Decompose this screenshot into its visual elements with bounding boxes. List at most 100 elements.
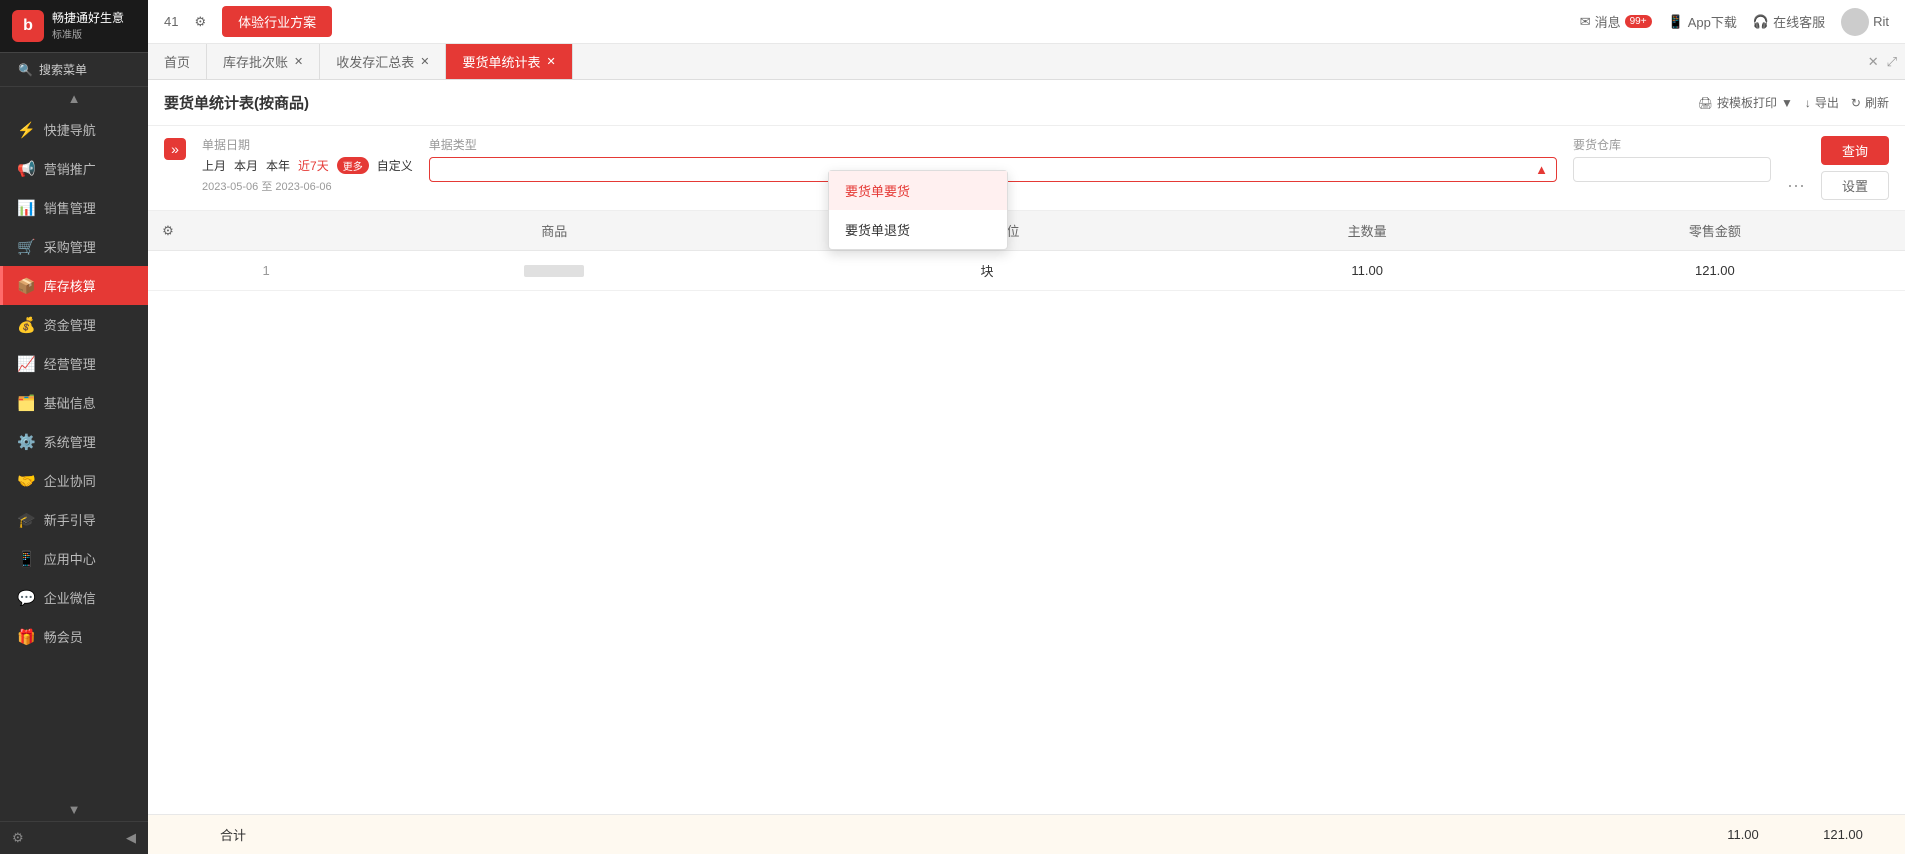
sidebar-item-appstore[interactable]: 📱 应用中心 bbox=[0, 539, 148, 578]
sidebar-item-wechat[interactable]: 💬 企业微信 bbox=[0, 578, 148, 617]
shortcut-icon: ⚡ bbox=[17, 121, 36, 139]
tab-order-stat-label: 要货单统计表 bbox=[462, 52, 540, 71]
sidebar-scroll-up[interactable]: ▲ bbox=[0, 87, 148, 110]
sidebar-nav: ⚡ 快捷导航 📢 营销推广 📊 销售管理 🛒 采购管理 📦 库存核算 💰 资金管… bbox=[0, 110, 148, 798]
refresh-label: 刷新 bbox=[1865, 94, 1889, 111]
warehouse-filter-input[interactable] bbox=[1582, 162, 1762, 177]
dropdown-item-order[interactable]: 要货单要货 bbox=[829, 171, 1007, 210]
tab-batch-label: 库存批次账 bbox=[223, 52, 288, 71]
sidebar-item-member[interactable]: 🎁 畅会员 bbox=[0, 617, 148, 656]
type-chevron-icon[interactable]: ▲ bbox=[1535, 162, 1548, 177]
system-icon: ⚙️ bbox=[17, 433, 36, 451]
row-gear bbox=[148, 251, 188, 291]
sidebar-scroll-down[interactable]: ▼ bbox=[0, 798, 148, 821]
topbar-right: ✉ 消息 99+ 📱 App下载 🎧 在线客服 Rit bbox=[1580, 8, 1889, 36]
message-icon: ✉ bbox=[1580, 14, 1591, 30]
tab-receive[interactable]: 收发存汇总表 ✕ bbox=[320, 44, 446, 79]
warehouse-filter-input-wrap[interactable] bbox=[1573, 157, 1771, 182]
settings-button[interactable]: 设置 bbox=[1821, 171, 1889, 200]
tab-receive-close[interactable]: ✕ bbox=[420, 55, 429, 68]
message-badge: 99+ bbox=[1625, 15, 1652, 28]
row-unit: 块 bbox=[764, 251, 1209, 291]
row-product bbox=[344, 251, 764, 291]
export-button[interactable]: ↓ 导出 bbox=[1805, 94, 1839, 111]
sidebar-item-label: 库存核算 bbox=[44, 276, 96, 295]
tab-batch-close[interactable]: ✕ bbox=[294, 55, 303, 68]
filter-actions: 查询 设置 bbox=[1821, 136, 1889, 200]
query-button[interactable]: 查询 bbox=[1821, 136, 1889, 165]
print-button[interactable]: 🖨 按模板打印 ▼ bbox=[1698, 94, 1793, 111]
refresh-button[interactable]: ↻ 刷新 bbox=[1851, 94, 1889, 111]
tab-order-stat[interactable]: 要货单统计表 ✕ bbox=[446, 44, 572, 79]
support-icon: 🎧 bbox=[1753, 14, 1769, 30]
window-close-icon[interactable]: ✕ bbox=[1868, 54, 1879, 70]
topbar-left: 41 ⚙ 体验行业方案 bbox=[164, 6, 332, 37]
date-option-7days[interactable]: 近7天 bbox=[298, 157, 329, 174]
user-avatar[interactable]: Rit bbox=[1841, 8, 1889, 36]
row-num: 1 bbox=[188, 251, 344, 291]
tab-home[interactable]: 首页 bbox=[148, 44, 207, 79]
enterprise-icon: 🤝 bbox=[17, 472, 36, 490]
date-more-tag[interactable]: 更多 bbox=[337, 157, 369, 174]
row-quantity: 11.00 bbox=[1210, 251, 1525, 291]
sidebar-search[interactable]: 🔍 搜索菜单 bbox=[0, 53, 148, 87]
col-product: 商品 bbox=[344, 211, 764, 251]
sidebar-item-purchase[interactable]: 🛒 采购管理 bbox=[0, 227, 148, 266]
data-table: ⚙ 商品 主计量单位 主数量 零售金额 bbox=[148, 211, 1905, 291]
message-label: 消息 bbox=[1595, 12, 1621, 31]
date-option-this-month[interactable]: 本月 bbox=[234, 157, 258, 174]
sidebar-item-sales[interactable]: 📊 销售管理 bbox=[0, 188, 148, 227]
trial-button[interactable]: 体验行业方案 bbox=[222, 6, 332, 37]
support-button[interactable]: 🎧 在线客服 bbox=[1753, 12, 1825, 31]
support-label: 在线客服 bbox=[1773, 12, 1825, 31]
sidebar-item-label: 基础信息 bbox=[44, 393, 96, 412]
sidebar-item-system[interactable]: ⚙️ 系统管理 bbox=[0, 422, 148, 461]
date-option-custom[interactable]: 自定义 bbox=[377, 157, 413, 174]
sidebar-item-label: 应用中心 bbox=[44, 549, 96, 568]
topbar-settings-icon[interactable]: ⚙ bbox=[194, 14, 206, 30]
dropdown-item-return[interactable]: 要货单退货 bbox=[829, 210, 1007, 249]
download-button[interactable]: 📱 App下载 bbox=[1668, 12, 1737, 31]
sidebar-settings-icon[interactable]: ⚙ bbox=[12, 830, 24, 846]
footer-amount: 121.00 bbox=[1793, 827, 1893, 842]
basic-icon: 🗂️ bbox=[17, 394, 36, 412]
sidebar-item-inventory[interactable]: 📦 库存核算 bbox=[0, 266, 148, 305]
filter-toggle-button[interactable]: » bbox=[164, 138, 186, 160]
sidebar-item-label: 畅会员 bbox=[44, 627, 83, 646]
date-option-this-year[interactable]: 本年 bbox=[266, 157, 290, 174]
sidebar-item-label: 销售管理 bbox=[44, 198, 96, 217]
type-dropdown: 要货单要货 要货单退货 bbox=[828, 170, 1008, 250]
user-name: Rit bbox=[1873, 14, 1889, 29]
sidebar-item-operation[interactable]: 📈 经营管理 bbox=[0, 344, 148, 383]
tab-batch[interactable]: 库存批次账 ✕ bbox=[207, 44, 320, 79]
message-button[interactable]: ✉ 消息 99+ bbox=[1580, 12, 1652, 31]
date-option-last-month[interactable]: 上月 bbox=[202, 157, 226, 174]
sidebar-bottom: ⚙ ◀ bbox=[0, 821, 148, 854]
more-filters-button[interactable]: ··· bbox=[1787, 175, 1805, 196]
export-label: 导出 bbox=[1815, 94, 1839, 111]
sidebar-item-enterprise[interactable]: 🤝 企业协同 bbox=[0, 461, 148, 500]
sidebar-item-guide[interactable]: 🎓 新手引导 bbox=[0, 500, 148, 539]
marketing-icon: 📢 bbox=[17, 160, 36, 178]
warehouse-filter-group: 要货仓库 bbox=[1573, 136, 1771, 182]
sidebar-item-shortcut[interactable]: ⚡ 快捷导航 bbox=[0, 110, 148, 149]
print-chevron: ▼ bbox=[1781, 96, 1793, 110]
page-actions: 🖨 按模板打印 ▼ ↓ 导出 ↻ 刷新 bbox=[1698, 94, 1889, 111]
warehouse-filter-label: 要货仓库 bbox=[1573, 136, 1771, 153]
window-expand-icon[interactable]: ⤢ bbox=[1887, 54, 1897, 70]
page-header: 要货单统计表(按商品) 🖨 按模板打印 ▼ ↓ 导出 ↻ 刷新 bbox=[148, 80, 1905, 126]
sidebar-item-basic[interactable]: 🗂️ 基础信息 bbox=[0, 383, 148, 422]
main-area: 41 ⚙ 体验行业方案 ✉ 消息 99+ 📱 App下载 🎧 在线客服 Rit bbox=[148, 0, 1905, 854]
sidebar-collapse-icon[interactable]: ◀ bbox=[126, 830, 136, 846]
operation-icon: 📈 bbox=[17, 355, 36, 373]
app-logo: b 畅捷通好生意 标准版 bbox=[0, 0, 148, 53]
sidebar-item-marketing[interactable]: 📢 营销推广 bbox=[0, 149, 148, 188]
table-row: 1 块 11.00 121.00 bbox=[148, 251, 1905, 291]
content-area: 要货单统计表(按商品) 🖨 按模板打印 ▼ ↓ 导出 ↻ 刷新 » bbox=[148, 80, 1905, 854]
tab-order-stat-close[interactable]: ✕ bbox=[547, 55, 556, 68]
date-filter-label: 单据日期 bbox=[202, 136, 413, 153]
table-footer: 合计 11.00 121.00 bbox=[148, 814, 1905, 854]
export-icon: ↓ bbox=[1805, 96, 1811, 110]
search-label: 搜索菜单 bbox=[39, 61, 87, 78]
sidebar-item-finance[interactable]: 💰 资金管理 bbox=[0, 305, 148, 344]
